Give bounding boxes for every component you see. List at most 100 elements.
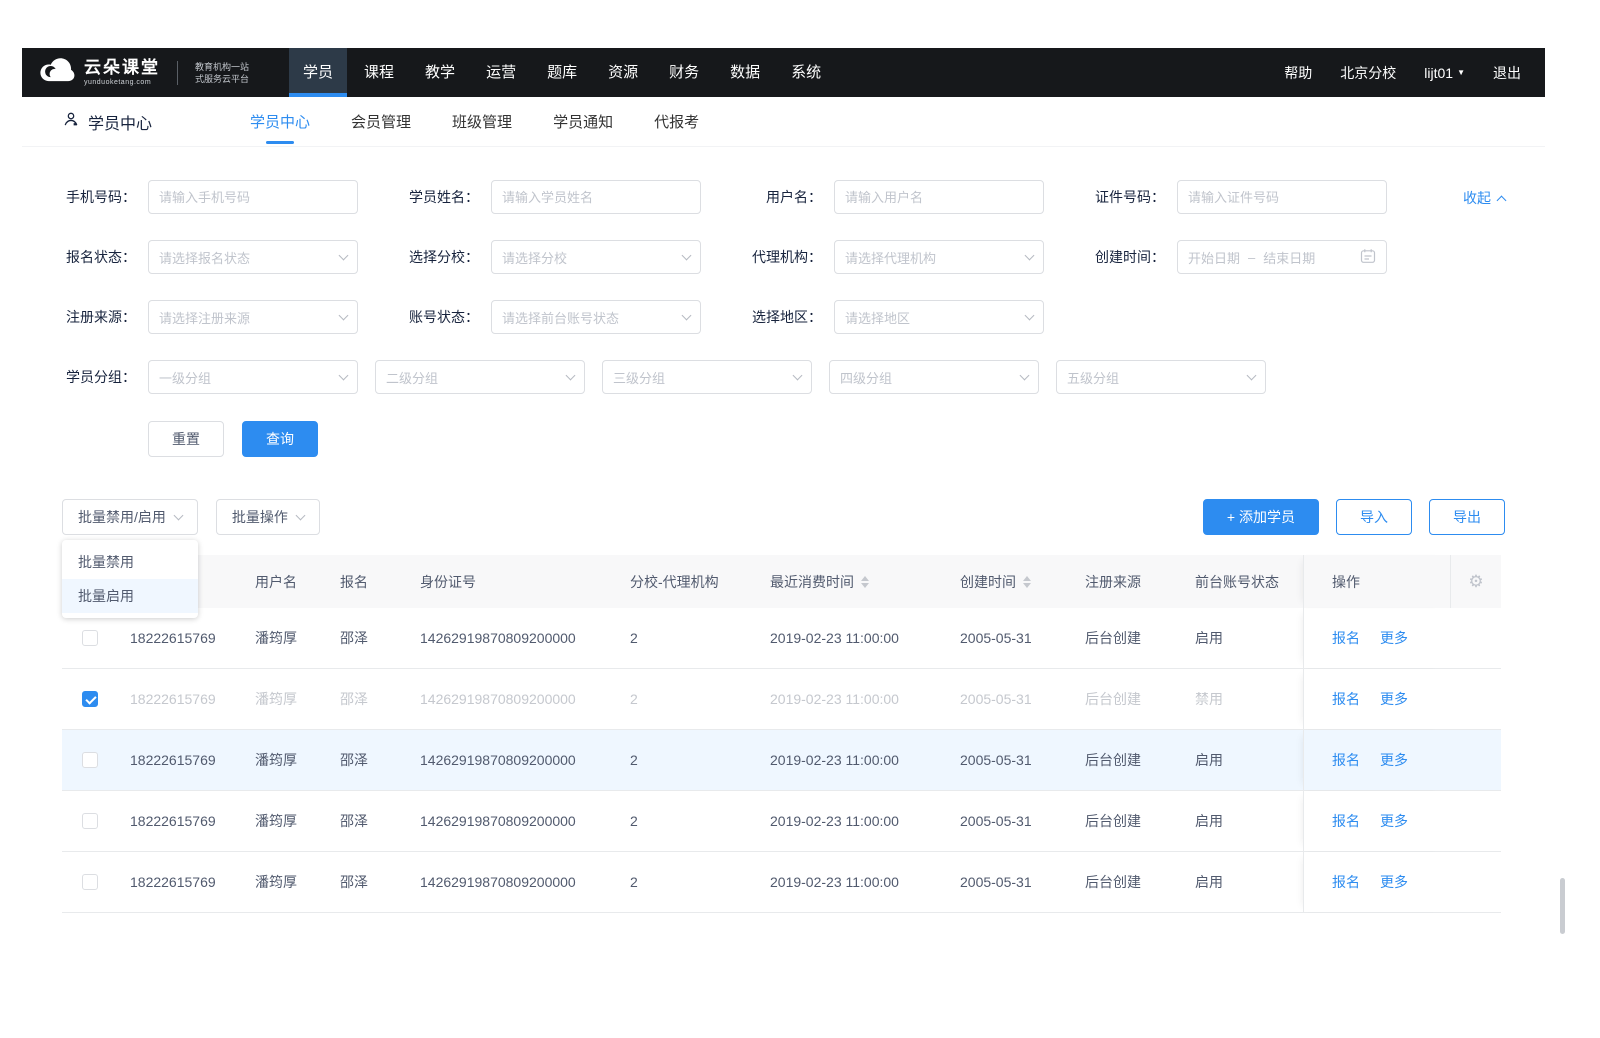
table-row: 18222615769潘筠厚邵泽142629198708092000002201… [62, 852, 1501, 913]
sub-tabs: 学员中心会员管理班级管理学员通知代报考 [250, 97, 699, 146]
user-name: lijt01 [1424, 65, 1453, 81]
subnav-tab-2[interactable]: 班级管理 [452, 97, 512, 146]
chevron-down-icon [1025, 251, 1035, 261]
more-action-link[interactable]: 更多 [1380, 872, 1408, 892]
row-checkbox[interactable] [82, 752, 98, 768]
row-checkbox[interactable] [82, 630, 98, 646]
date-separator: – [1248, 250, 1255, 265]
chevron-down-icon [1020, 371, 1030, 381]
account-status-select[interactable]: 请选择前台账号状态 [491, 300, 701, 334]
app-window: 云朵课堂 yunduoketang.com 教育机构一站 式服务云平台 学员课程… [22, 48, 1545, 948]
enroll-action-link[interactable]: 报名 [1332, 811, 1360, 831]
sort-carets-icon[interactable] [1023, 576, 1031, 588]
header-enroll: 报名 [328, 555, 408, 608]
chevron-down-icon [339, 251, 349, 261]
cell-recent-consume: 2019-02-23 11:00:00 [758, 608, 948, 668]
account-status-label: 账号状态： [405, 307, 491, 327]
topnav-item-0[interactable]: 学员 [289, 48, 347, 97]
cell-phone: 18222615769 [118, 791, 243, 851]
more-action-link[interactable]: 更多 [1380, 811, 1408, 831]
select-placeholder: 一级分组 [159, 368, 211, 387]
select-placeholder: 请选择代理机构 [845, 248, 936, 267]
group-select-level-3[interactable]: 三级分组 [602, 360, 812, 394]
sub-nav: 学员中心 学员中心会员管理班级管理学员通知代报考 [22, 97, 1545, 147]
student-name-input[interactable] [491, 180, 701, 214]
filter-enroll-status: 报名状态： 请选择报名状态 [62, 240, 358, 274]
group-selects: 一级分组 二级分组 三级分组四级分组五级分组 [148, 360, 1266, 394]
phone-input[interactable] [148, 180, 358, 214]
row-actions-cell: 报名更多 [1303, 852, 1450, 912]
batch-ops-button[interactable]: 批量操作 [216, 499, 320, 535]
cell-recent-consume: 2019-02-23 11:00:00 [758, 791, 948, 851]
row-checkbox[interactable] [82, 813, 98, 829]
topnav-item-7[interactable]: 数据 [716, 48, 774, 97]
select-placeholder: 请选择分校 [502, 248, 567, 267]
reg-source-select[interactable]: 请选择注册来源 [148, 300, 358, 334]
filter-branch: 选择分校： 请选择分校 [405, 240, 701, 274]
cell-phone: 18222615769 [118, 669, 243, 729]
chevron-down-icon [793, 371, 803, 381]
subnav-tab-0[interactable]: 学员中心 [250, 97, 310, 146]
select-placeholder: 二级分组 [386, 368, 438, 387]
enroll-status-select[interactable]: 请选择报名状态 [148, 240, 358, 274]
collapse-label: 收起 [1463, 188, 1491, 208]
topnav-item-2[interactable]: 教学 [411, 48, 469, 97]
subnav-tab-3[interactable]: 学员通知 [553, 97, 613, 146]
branch-link[interactable]: 北京分校 [1340, 63, 1396, 83]
add-student-button[interactable]: + 添加学员 [1203, 499, 1319, 535]
more-action-link[interactable]: 更多 [1380, 689, 1408, 709]
subnav-tab-1[interactable]: 会员管理 [351, 97, 411, 146]
cell-reg-source: 后台创建 [1073, 730, 1183, 790]
group-select-level-5[interactable]: 五级分组 [1056, 360, 1266, 394]
row-checkbox[interactable] [82, 691, 98, 707]
topnav-item-6[interactable]: 财务 [655, 48, 713, 97]
enroll-action-link[interactable]: 报名 [1332, 689, 1360, 709]
enroll-action-link[interactable]: 报名 [1332, 872, 1360, 892]
enroll-action-link[interactable]: 报名 [1332, 628, 1360, 648]
enroll-action-link[interactable]: 报名 [1332, 750, 1360, 770]
cell-branch-agency: 2 [618, 608, 758, 668]
collapse-toggle[interactable]: 收起 [1463, 188, 1505, 208]
user-menu[interactable]: lijt01 ▼ [1424, 65, 1465, 81]
row-checkbox-cell [62, 669, 118, 729]
top-bar-right: 帮助 北京分校 lijt01 ▼ 退出 [1284, 48, 1521, 97]
dropdown-item-0[interactable]: 批量禁用 [62, 545, 198, 579]
batch-toggle-button[interactable]: 批量禁用/启用 [62, 499, 198, 535]
search-button[interactable]: 查询 [242, 421, 318, 457]
select-placeholder: 请选择注册来源 [159, 308, 250, 327]
created-time-range-picker[interactable]: 开始日期 – 结束日期 [1177, 240, 1387, 274]
username-input[interactable] [834, 180, 1044, 214]
region-select[interactable]: 请选择地区 [834, 300, 1044, 334]
group-select-level-1[interactable]: 一级分组 [148, 360, 358, 394]
branch-select[interactable]: 请选择分校 [491, 240, 701, 274]
more-action-link[interactable]: 更多 [1380, 628, 1408, 648]
vertical-scrollbar[interactable] [1560, 878, 1565, 934]
topnav-item-8[interactable]: 系统 [777, 48, 835, 97]
chevron-down-icon [566, 371, 576, 381]
topnav-item-5[interactable]: 资源 [594, 48, 652, 97]
import-button[interactable]: 导入 [1336, 499, 1412, 535]
reset-button[interactable]: 重置 [148, 421, 224, 457]
batch-dropdown-menu: 批量禁用批量启用 [62, 540, 198, 618]
agency-select[interactable]: 请选择代理机构 [834, 240, 1044, 274]
more-action-link[interactable]: 更多 [1380, 750, 1408, 770]
sort-carets-icon[interactable] [861, 576, 869, 588]
topnav-item-3[interactable]: 运营 [472, 48, 530, 97]
logo-tagline-line1: 教育机构一站 [195, 61, 249, 73]
dropdown-item-1[interactable]: 批量启用 [62, 579, 198, 613]
export-button[interactable]: 导出 [1429, 499, 1505, 535]
table-row: 18222615769潘筠厚邵泽142629198708092000002201… [62, 608, 1501, 669]
id-number-input[interactable] [1177, 180, 1387, 214]
logout-link[interactable]: 退出 [1493, 63, 1521, 83]
group-select-level-2[interactable]: 二级分组 [375, 360, 585, 394]
gear-icon[interactable]: ⚙ [1468, 573, 1483, 590]
header-actions: 操作 [1303, 555, 1450, 608]
cell-recent-consume: 2019-02-23 11:00:00 [758, 669, 948, 729]
batch-ops-label: 批量操作 [232, 507, 288, 527]
subnav-tab-4[interactable]: 代报考 [654, 97, 699, 146]
topnav-item-1[interactable]: 课程 [350, 48, 408, 97]
group-select-level-4[interactable]: 四级分组 [829, 360, 1039, 394]
row-checkbox[interactable] [82, 874, 98, 890]
topnav-item-4[interactable]: 题库 [533, 48, 591, 97]
help-link[interactable]: 帮助 [1284, 63, 1312, 83]
